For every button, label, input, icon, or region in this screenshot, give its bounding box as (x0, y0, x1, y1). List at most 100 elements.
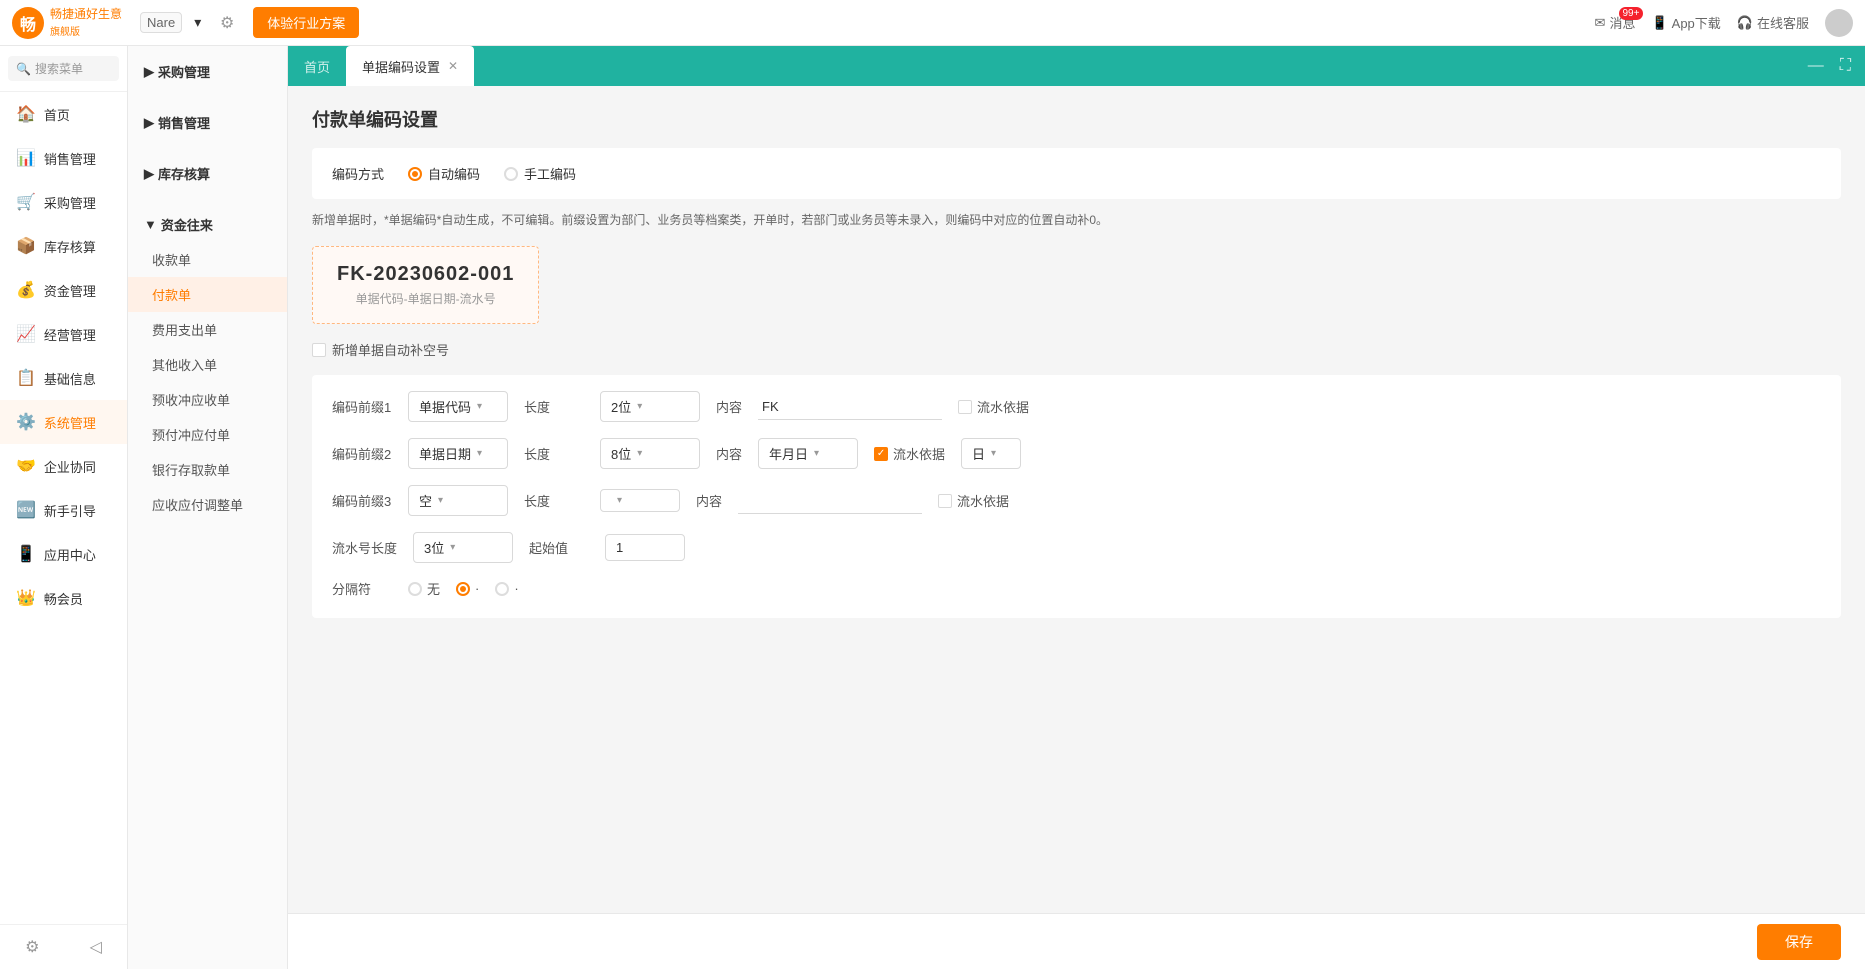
sidebar-item-member[interactable]: 👑 畅会员 (0, 576, 127, 620)
sub-item-receipt[interactable]: 收款单 (128, 242, 287, 277)
prefix-1-select[interactable]: 单据代码 ▾ (408, 391, 508, 422)
sidebar: 🔍 搜索菜单 🏠 首页 📊 销售管理 🛒 采购管理 📦 库存核算 💰 资金管理 … (0, 46, 128, 969)
manual-code-option[interactable]: 手工编码 (504, 164, 576, 183)
sales-group-header[interactable]: ▶ 销售管理 (128, 105, 287, 140)
service-button[interactable]: 🎧 在线客服 (1737, 13, 1809, 32)
sep-dot[interactable]: · (456, 581, 479, 596)
sidebar-item-finance[interactable]: 💰 资金管理 (0, 268, 127, 312)
guide-icon: 🆕 (16, 500, 36, 520)
inventory-group-header[interactable]: ▶ 库存核算 (128, 156, 287, 191)
sep-none-radio[interactable] (408, 582, 422, 596)
collapse-button[interactable]: ◁ (86, 933, 106, 961)
auto-code-option[interactable]: 自动编码 (408, 164, 480, 183)
trial-button[interactable]: 体验行业方案 (253, 7, 359, 38)
sidebar-item-guide[interactable]: 🆕 新手引导 (0, 488, 127, 532)
prefix-row-3: 编码前缀3 空 ▾ 长度 ▾ 内容 流水依据 (332, 485, 1821, 516)
prefix-2-select[interactable]: 单据日期 ▾ (408, 438, 508, 469)
gear-button[interactable]: ⚙ (213, 9, 241, 37)
length-3-label: 长度 (524, 491, 584, 510)
prefix-row-2: 编码前缀2 单据日期 ▾ 长度 8位 ▾ 内容 年月日 ▾ (332, 438, 1821, 469)
message-button[interactable]: ✉ 消息 99+ (1595, 13, 1636, 32)
stream-3-checkbox[interactable]: 流水依据 (938, 491, 1009, 510)
main-layout: 🔍 搜索菜单 🏠 首页 📊 销售管理 🛒 采购管理 📦 库存核算 💰 资金管理 … (0, 46, 1865, 969)
chevron-right-icon2: ▶ (144, 115, 154, 131)
page-title: 付款单编码设置 (312, 106, 1841, 132)
sep-none-label: 无 (427, 579, 440, 598)
sidebar-item-enterprise[interactable]: 🤝 企业协同 (0, 444, 127, 488)
purchase-group-header[interactable]: ▶ 采购管理 (128, 54, 287, 89)
sep-dot2-radio[interactable] (495, 582, 509, 596)
sidebar-item-operation[interactable]: 📈 经营管理 (0, 312, 127, 356)
length-3-select[interactable]: ▾ (600, 489, 680, 512)
stream-2-check-box[interactable]: ✓ (874, 447, 888, 461)
funds-group-header[interactable]: ▼ 资金往来 (128, 207, 287, 242)
content-2-select[interactable]: 年月日 ▾ (758, 438, 858, 469)
settings-bottom-button[interactable]: ⚙ (21, 933, 43, 961)
stream-1-check-box[interactable] (958, 400, 972, 414)
stream-unit-value: 日 (972, 444, 985, 463)
breadcrumb-select[interactable]: Nare (140, 12, 182, 33)
length-1-value: 2位 (611, 397, 631, 416)
stream-1-checkbox[interactable]: 流水依据 (958, 397, 1029, 416)
sidebar-item-system[interactable]: ⚙️ 系统管理 (0, 400, 127, 444)
operation-icon: 📈 (16, 324, 36, 344)
user-avatar[interactable] (1825, 9, 1853, 37)
dropdown-arrow-icon: ▾ (194, 14, 201, 31)
app-icon: 📱 (1651, 15, 1667, 31)
chevron-right-icon: ▶ (144, 64, 154, 80)
sidebar-item-appstore[interactable]: 📱 应用中心 (0, 532, 127, 576)
inventory-group-label: 库存核算 (158, 164, 210, 183)
prefix-2-label: 编码前缀2 (332, 444, 392, 463)
logo-sub: 旗舰版 (50, 23, 122, 38)
system-icon: ⚙️ (16, 412, 36, 432)
enterprise-icon: 🤝 (16, 456, 36, 476)
manual-code-label: 手工编码 (524, 164, 576, 183)
content-1-input[interactable] (758, 394, 942, 420)
sidebar-item-sales[interactable]: 📊 销售管理 (0, 136, 127, 180)
sidebar-item-purchase[interactable]: 🛒 采购管理 (0, 180, 127, 224)
tab-minimize-button[interactable]: — (1802, 55, 1830, 77)
prefix-3-select[interactable]: 空 ▾ (408, 485, 508, 516)
tab-close-icon[interactable]: ✕ (448, 59, 458, 73)
start-value-input[interactable] (605, 534, 685, 561)
sub-item-payment[interactable]: 付款单 (128, 277, 287, 312)
sidebar-item-inventory[interactable]: 📦 库存核算 (0, 224, 127, 268)
sales-group-label: 销售管理 (158, 113, 210, 132)
save-button[interactable]: 保存 (1757, 924, 1841, 960)
stream-2-checkbox[interactable]: ✓ 流水依据 (874, 444, 945, 463)
tab-home[interactable]: 首页 (288, 46, 346, 86)
sidebar-item-home[interactable]: 🏠 首页 (0, 92, 127, 136)
sep-dot2[interactable]: · (495, 581, 518, 596)
manual-code-radio[interactable] (504, 167, 518, 181)
stream-3-check-box[interactable] (938, 494, 952, 508)
auto-code-radio[interactable] (408, 167, 422, 181)
app-download-button[interactable]: 📱 App下载 (1651, 13, 1720, 32)
sidebar-item-basicinfo[interactable]: 📋 基础信息 (0, 356, 127, 400)
sub-item-bank[interactable]: 银行存取款单 (128, 452, 287, 487)
sidebar-item-inventory-label: 库存核算 (44, 237, 96, 256)
stream-unit-arrow-icon: ▾ (991, 448, 996, 459)
sub-item-adjust[interactable]: 应收应付调整单 (128, 487, 287, 522)
inventory-icon: 📦 (16, 236, 36, 256)
auto-fill-checkbox[interactable] (312, 343, 326, 357)
code-method-section: 编码方式 自动编码 手工编码 (312, 148, 1841, 199)
prefix-row-1: 编码前缀1 单据代码 ▾ 长度 2位 ▾ 内容 流水依据 (332, 391, 1821, 422)
length-1-select[interactable]: 2位 ▾ (600, 391, 700, 422)
bottom-bar: 保存 (288, 913, 1865, 969)
tab-bar: 首页 单据编码设置 ✕ — ⛶ (288, 46, 1865, 86)
content-3-input[interactable] (738, 488, 922, 514)
stream-unit-select[interactable]: 日 ▾ (961, 438, 1021, 469)
sep-none[interactable]: 无 (408, 579, 440, 598)
length-2-select[interactable]: 8位 ▾ (600, 438, 700, 469)
sep-dot-radio[interactable] (456, 582, 470, 596)
sub-item-expense[interactable]: 费用支出单 (128, 312, 287, 347)
tab-code-setting[interactable]: 单据编码设置 ✕ (346, 46, 474, 86)
sub-item-advance-recv[interactable]: 预收冲应收单 (128, 382, 287, 417)
serial-length-select[interactable]: 3位 ▾ (413, 532, 513, 563)
tab-maximize-button[interactable]: ⛶ (1834, 55, 1857, 77)
content-2-label: 内容 (716, 444, 742, 463)
sidebar-search[interactable]: 🔍 搜索菜单 (0, 46, 127, 92)
length-2-label: 长度 (524, 444, 584, 463)
sub-item-other-income[interactable]: 其他收入单 (128, 347, 287, 382)
sub-item-advance-pay[interactable]: 预付冲应付单 (128, 417, 287, 452)
